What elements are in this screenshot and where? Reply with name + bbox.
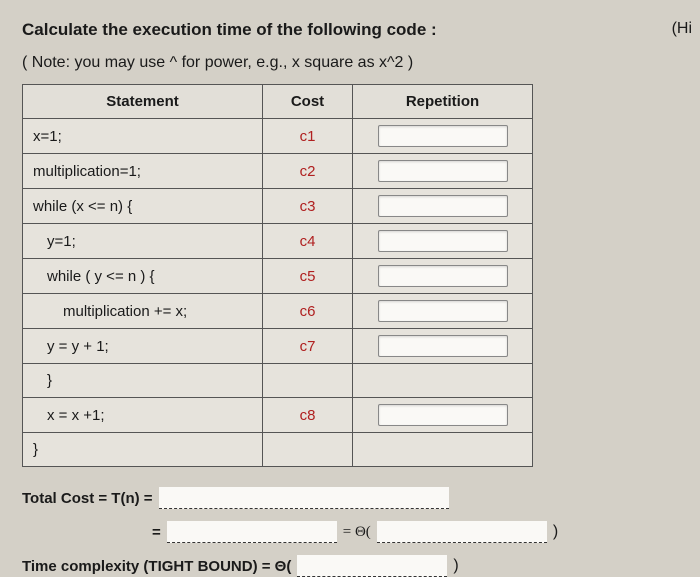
statement-cell: multiplication += x; bbox=[23, 294, 263, 329]
table-row: y = y + 1;c7 bbox=[23, 329, 533, 364]
repetition-cell bbox=[353, 154, 533, 189]
cost-table: Statement Cost Repetition x=1;c1multipli… bbox=[22, 84, 533, 467]
cost-cell: c6 bbox=[263, 294, 353, 329]
repetition-cell bbox=[353, 398, 533, 433]
cost-cell bbox=[263, 433, 353, 467]
question-title: Calculate the execution time of the foll… bbox=[22, 20, 688, 40]
repetition-input[interactable] bbox=[378, 335, 508, 357]
table-row: } bbox=[23, 364, 533, 398]
statement-cell: x = x +1; bbox=[23, 398, 263, 433]
statement-cell: y = y + 1; bbox=[23, 329, 263, 364]
statement-cell: while ( y <= n ) { bbox=[23, 259, 263, 294]
repetition-input[interactable] bbox=[378, 230, 508, 252]
statement-cell: x=1; bbox=[23, 119, 263, 154]
statement-cell: y=1; bbox=[23, 224, 263, 259]
cost-cell: c5 bbox=[263, 259, 353, 294]
statement-cell: multiplication=1; bbox=[23, 154, 263, 189]
repetition-input[interactable] bbox=[378, 300, 508, 322]
table-row: multiplication += x;c6 bbox=[23, 294, 533, 329]
repetition-cell bbox=[353, 189, 533, 224]
cost-cell: c2 bbox=[263, 154, 353, 189]
repetition-input[interactable] bbox=[378, 404, 508, 426]
total-cost-label: Total Cost = T(n) = bbox=[22, 490, 153, 507]
repetition-cell bbox=[353, 119, 533, 154]
close-paren-2: ) bbox=[453, 557, 458, 575]
table-row: multiplication=1;c2 bbox=[23, 154, 533, 189]
cost-cell: c7 bbox=[263, 329, 353, 364]
cost-cell: c8 bbox=[263, 398, 353, 433]
table-row: x = x +1;c8 bbox=[23, 398, 533, 433]
total-cost-input-2[interactable] bbox=[167, 521, 337, 543]
repetition-input[interactable] bbox=[378, 125, 508, 147]
statement-cell: } bbox=[23, 433, 263, 467]
cost-cell: c1 bbox=[263, 119, 353, 154]
header-cost: Cost bbox=[263, 85, 353, 119]
table-row: while ( y <= n ) {c5 bbox=[23, 259, 533, 294]
header-repetition: Repetition bbox=[353, 85, 533, 119]
repetition-cell bbox=[353, 294, 533, 329]
cost-cell bbox=[263, 364, 353, 398]
bottom-section: Total Cost = T(n) = = = Θ( ) Time comple… bbox=[22, 487, 688, 577]
repetition-input[interactable] bbox=[378, 195, 508, 217]
total-cost-input-1[interactable] bbox=[159, 487, 449, 509]
repetition-cell bbox=[353, 433, 533, 467]
theta-prefix-1: = Θ( bbox=[343, 524, 371, 541]
table-row: y=1;c4 bbox=[23, 224, 533, 259]
repetition-cell bbox=[353, 364, 533, 398]
repetition-cell bbox=[353, 224, 533, 259]
statement-cell: while (x <= n) { bbox=[23, 189, 263, 224]
header-statement: Statement bbox=[23, 85, 263, 119]
theta-input-1[interactable] bbox=[377, 521, 547, 543]
statement-cell: } bbox=[23, 364, 263, 398]
table-row: } bbox=[23, 433, 533, 467]
question-note: ( Note: you may use ^ for power, e.g., x… bbox=[22, 54, 688, 72]
equals-label: = bbox=[152, 524, 161, 541]
repetition-cell bbox=[353, 259, 533, 294]
repetition-cell bbox=[353, 329, 533, 364]
close-paren-1: ) bbox=[553, 523, 558, 541]
repetition-input[interactable] bbox=[378, 160, 508, 182]
cost-cell: c3 bbox=[263, 189, 353, 224]
time-complexity-label: Time complexity (TIGHT BOUND) = Θ( bbox=[22, 558, 291, 575]
table-row: x=1;c1 bbox=[23, 119, 533, 154]
corner-cut-text: (Hi bbox=[672, 20, 692, 38]
table-row: while (x <= n) {c3 bbox=[23, 189, 533, 224]
repetition-input[interactable] bbox=[378, 265, 508, 287]
theta-input-2[interactable] bbox=[297, 555, 447, 577]
cost-cell: c4 bbox=[263, 224, 353, 259]
